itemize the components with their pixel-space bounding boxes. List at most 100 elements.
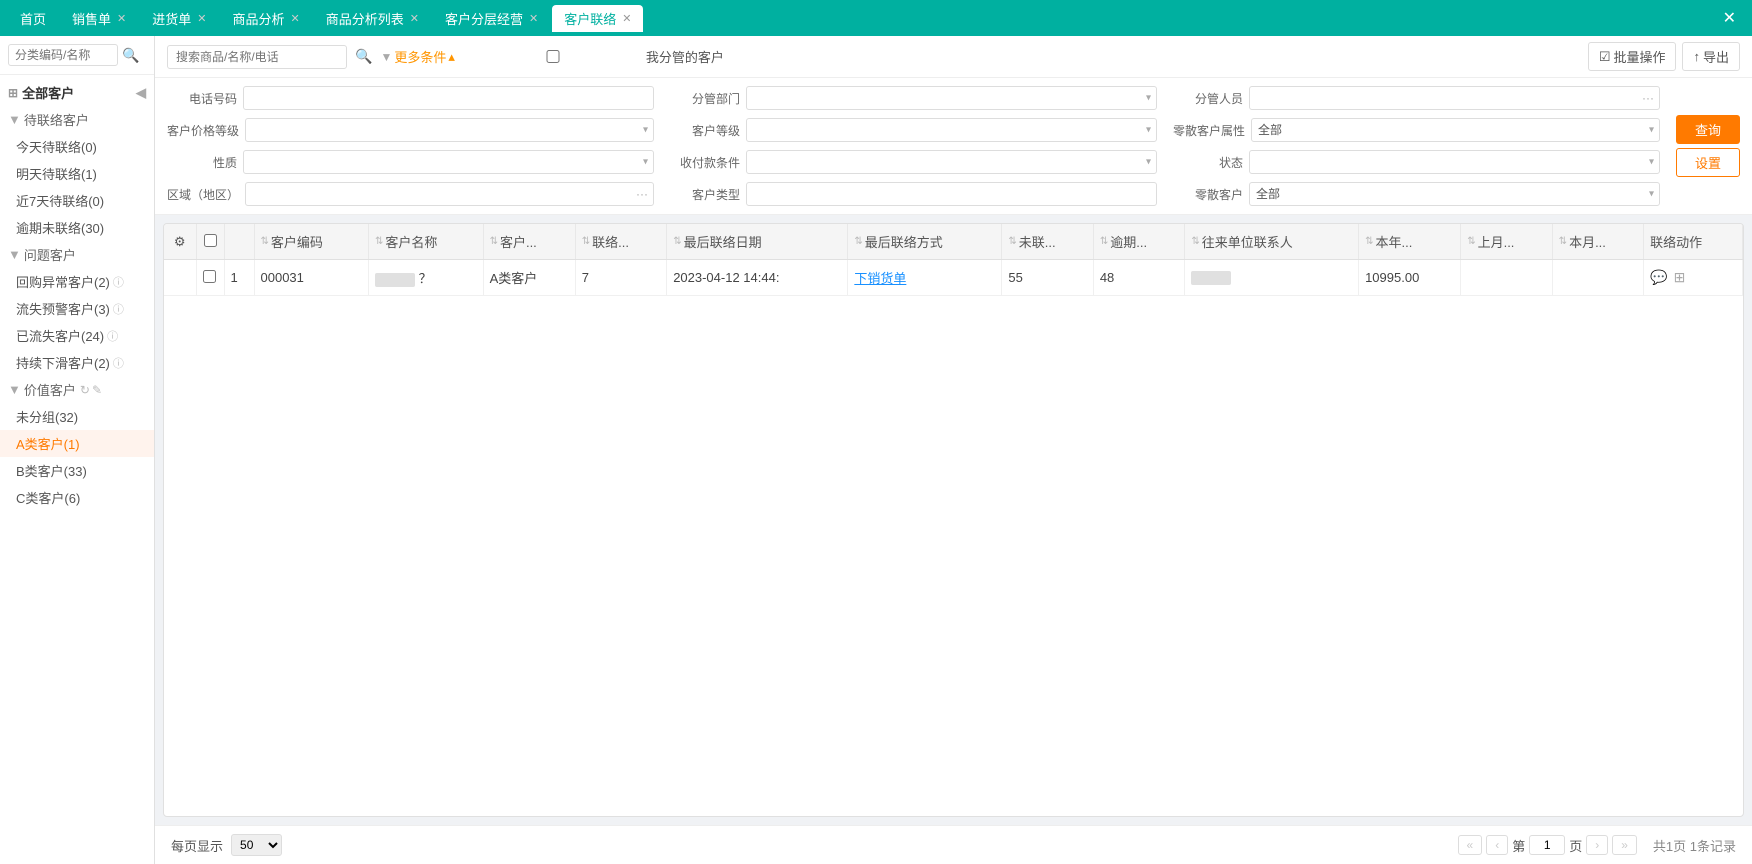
gear-icon[interactable]: ⚙	[174, 234, 186, 249]
sidebar-item-abnormal[interactable]: 回购异常客户(2) ⓘ	[0, 268, 154, 295]
close-customer-tier-icon[interactable]: ✕	[529, 12, 538, 25]
close-customer-contact-icon[interactable]: ✕	[622, 12, 631, 25]
sort-contact-icon[interactable]: ⇅	[582, 236, 590, 247]
sidebar-search-icon[interactable]: 🔍	[122, 47, 139, 64]
message-action-icon[interactable]: 💬	[1650, 269, 1667, 286]
sidebar-item-today[interactable]: 今天待联络(0)	[0, 133, 154, 160]
sort-this-month-icon[interactable]: ⇅	[1559, 236, 1567, 247]
sort-type-icon[interactable]: ⇅	[490, 236, 498, 247]
sort-last-date-icon[interactable]: ⇅	[673, 236, 681, 247]
refresh-icon[interactable]: ↻	[80, 383, 90, 397]
customer-level-select[interactable]	[746, 118, 1157, 142]
phone-input[interactable]	[243, 86, 654, 110]
sidebar-group-value[interactable]: ▼ 价值客户 ↻ ✎	[0, 376, 154, 403]
sidebar-group-pending[interactable]: ▼ 待联络客户	[0, 106, 154, 133]
tab-home[interactable]: 首页	[8, 5, 58, 32]
tab-purchase[interactable]: 进货单 ✕	[140, 5, 218, 32]
customer-type-input[interactable]	[746, 182, 1157, 206]
filter-price-level: 客户价格等级 ▾	[167, 118, 654, 142]
sidebar-search-input[interactable]	[8, 44, 118, 66]
page-number-input[interactable]	[1529, 835, 1565, 855]
close-sales-icon[interactable]: ✕	[117, 12, 126, 25]
batch-ops-button[interactable]: ☑ 批量操作	[1588, 42, 1677, 71]
select-all-checkbox[interactable]	[204, 234, 217, 247]
sidebar-item-lost[interactable]: 已流失客户(24) ⓘ	[0, 322, 154, 349]
filter-payment: 收付款条件 ▾	[670, 150, 1157, 174]
sidebar-item-declining[interactable]: 持续下滑客户(2) ⓘ	[0, 349, 154, 376]
tab-product-list[interactable]: 商品分析列表 ✕	[314, 5, 431, 32]
page-next-btn[interactable]: ›	[1586, 835, 1608, 855]
row-checkbox[interactable]	[203, 270, 216, 283]
close-product-list-icon[interactable]: ✕	[410, 12, 419, 25]
qr-action-icon[interactable]: ⊞	[1674, 269, 1686, 286]
filter-icon: ▼	[380, 50, 392, 64]
more-conditions-btn[interactable]: ▼ 更多条件 ▴	[380, 47, 454, 66]
info-loss-warning-icon: ⓘ	[113, 301, 124, 317]
row-code-cell: 000031	[254, 260, 369, 296]
tab-sales[interactable]: 销售单 ✕	[60, 5, 138, 32]
edit-value-icon[interactable]: ✎	[92, 383, 102, 397]
sort-no-contact-icon[interactable]: ⇅	[1008, 236, 1016, 247]
price-level-select[interactable]	[245, 118, 654, 142]
region-input[interactable]	[245, 182, 654, 206]
manager-input[interactable]	[1249, 86, 1660, 110]
set-button[interactable]: 设置	[1676, 148, 1740, 177]
sidebar-item-loss-warning[interactable]: 流失预警客户(3) ⓘ	[0, 295, 154, 322]
col-gear[interactable]: ⚙	[164, 224, 196, 260]
sidebar-item-ungrouped[interactable]: 未分组(32)	[0, 403, 154, 430]
export-button[interactable]: ↑ 导出	[1682, 42, 1740, 71]
close-product-analysis-icon[interactable]: ✕	[291, 12, 300, 25]
retail-select[interactable]: 全部	[1249, 182, 1660, 206]
col-num	[224, 224, 254, 260]
retail-wrap: 全部 ▾	[1249, 182, 1660, 206]
my-customers-check-input[interactable]	[463, 50, 643, 63]
dept-select[interactable]	[746, 86, 1157, 110]
query-button[interactable]: 查询	[1676, 115, 1740, 144]
retail-attr-select[interactable]: 全部	[1251, 118, 1660, 142]
filter-right-actions: 查询 设置	[1676, 86, 1740, 206]
col-checkbox[interactable]	[196, 224, 224, 260]
sort-name-icon[interactable]: ⇅	[375, 236, 383, 247]
last-method-link[interactable]: 下销货单	[854, 271, 906, 286]
per-page-select[interactable]: 50 100 200	[231, 834, 282, 856]
region-label: 区域（地区）	[167, 186, 239, 203]
close-all-button[interactable]: ✕	[1715, 8, 1744, 28]
sort-code-icon[interactable]: ⇅	[261, 236, 269, 247]
row-checkbox-cell[interactable]	[196, 260, 224, 296]
sort-last-method-icon[interactable]: ⇅	[854, 236, 862, 247]
payment-label: 收付款条件	[670, 154, 740, 171]
sidebar-item-overdue[interactable]: 逾期未联络(30)	[0, 214, 154, 241]
sort-last-month-icon[interactable]: ⇅	[1467, 236, 1475, 247]
row-type-cell: A类客户	[483, 260, 575, 296]
col-action: 联络动作	[1644, 224, 1743, 260]
filter-search-icon[interactable]: 🔍	[355, 48, 372, 65]
sidebar-collapse-btn[interactable]: ◀	[136, 85, 146, 101]
tab-product-analysis[interactable]: 商品分析 ✕	[220, 5, 311, 32]
sidebar-group-problem[interactable]: ▼ 问题客户	[0, 241, 154, 268]
sidebar-item-7days[interactable]: 近7天待联络(0)	[0, 187, 154, 214]
sort-unit-contact-icon[interactable]: ⇅	[1191, 236, 1199, 247]
sidebar-item-class-b[interactable]: B类客户(33)	[0, 457, 154, 484]
page-prev-btn[interactable]: ‹	[1486, 835, 1508, 855]
sort-overdue-icon[interactable]: ⇅	[1100, 236, 1108, 247]
payment-select[interactable]	[746, 150, 1157, 174]
all-customers-header[interactable]: ⊞ 全部客户 ◀	[0, 75, 154, 106]
filter-nature: 性质 ▾	[167, 150, 654, 174]
page-last-btn[interactable]: »	[1612, 835, 1637, 855]
sidebar-item-tomorrow[interactable]: 明天待联络(1)	[0, 160, 154, 187]
tab-customer-tier[interactable]: 客户分层经营 ✕	[433, 5, 550, 32]
sidebar-item-class-a[interactable]: A类客户(1)	[0, 430, 154, 457]
sidebar-item-class-c[interactable]: C类客户(6)	[0, 484, 154, 511]
unit-contact-masked	[1191, 271, 1231, 285]
nature-select[interactable]	[243, 150, 654, 174]
info-abnormal-icon: ⓘ	[113, 274, 124, 290]
sort-this-year-icon[interactable]: ⇅	[1365, 236, 1373, 247]
sidebar-search-area: 🔍	[0, 36, 154, 75]
filter-search-input[interactable]	[167, 45, 347, 69]
close-purchase-icon[interactable]: ✕	[197, 12, 206, 25]
tab-customer-contact[interactable]: 客户联络 ✕	[552, 5, 643, 32]
status-select[interactable]	[1249, 150, 1660, 174]
my-customers-checkbox[interactable]: 我分管的客户	[463, 47, 724, 66]
page-first-btn[interactable]: «	[1458, 835, 1483, 855]
phone-input-wrap	[243, 86, 654, 110]
